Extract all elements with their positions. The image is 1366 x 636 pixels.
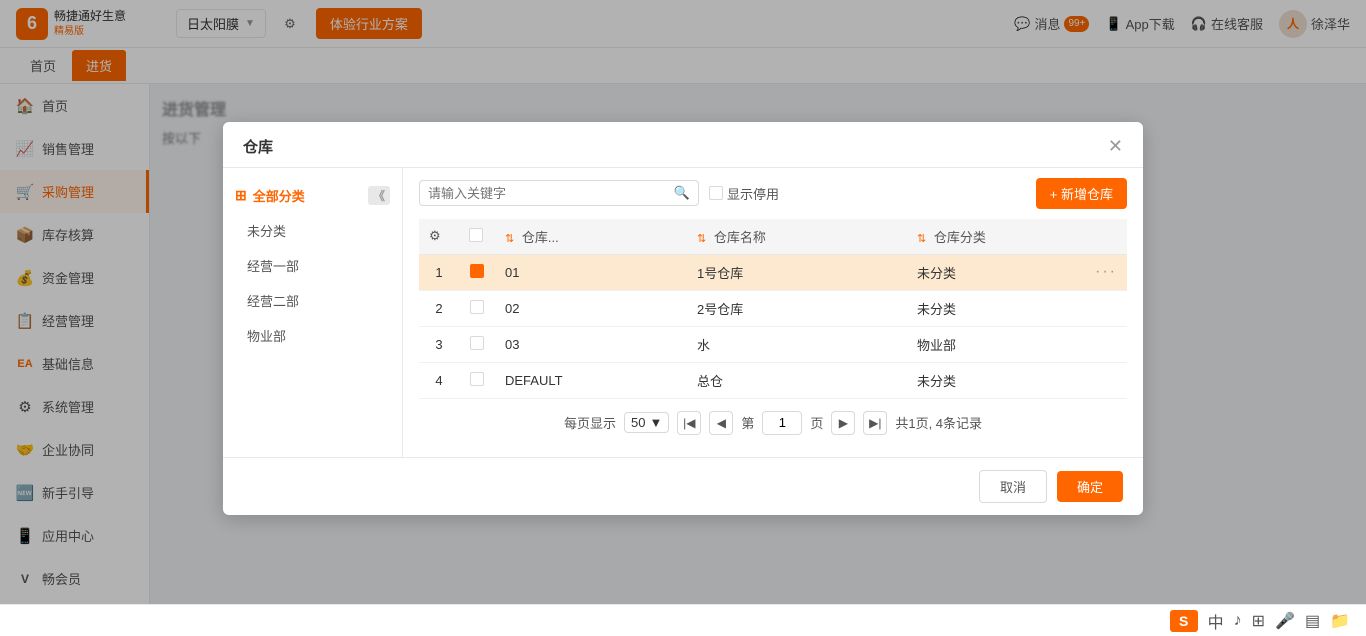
header-checkbox[interactable] [469,228,483,242]
per-page-value: 50 [631,415,645,430]
row-category-3: 物业部 [907,326,1127,362]
page-next-button[interactable]: ▶ [831,411,855,435]
row-num-1: 1 [419,254,459,290]
column-settings-icon[interactable]: ⚙ [429,228,441,243]
table-row[interactable]: 2 02 2号仓库 未分类 [419,290,1127,326]
tree-item-uncategorized[interactable]: 未分类 [223,213,402,248]
tree-item-dept1[interactable]: 经营一部 [223,248,402,283]
table-panel: 🔍 显示停用 + 新增仓库 ⚙ [403,168,1143,457]
microphone-icon[interactable]: 🎤 [1275,611,1295,631]
per-page-label: 每页显示 [564,413,616,432]
dialog-close-button[interactable]: ✕ [1108,136,1123,157]
search-icon[interactable]: 🔍 [674,185,690,201]
row-checkbox-1[interactable] [470,264,484,278]
row-code-3: 03 [495,326,687,362]
th-name: ⇅ 仓库名称 [687,219,907,255]
dialog-title: 仓库 [243,136,273,157]
zh-icon[interactable]: 中 [1208,609,1224,633]
warehouse-table: ⚙ ⇅ 仓库... ⇅ [419,219,1127,399]
table-header-row: ⚙ ⇅ 仓库... ⇅ [419,219,1127,255]
tree-item-property[interactable]: 物业部 [223,318,402,353]
row-name-2: 2号仓库 [687,290,907,326]
page-first-button[interactable]: |◀ [677,411,701,435]
tree-all-category[interactable]: ⊞ 全部分类 《 [223,178,402,213]
bottom-icons: S 中 ♪ ⊞ 🎤 ▤ 📁 [1170,609,1350,633]
dialog-header: 仓库 ✕ [223,122,1143,168]
cancel-button[interactable]: 取消 [979,470,1047,503]
s-logo: S [1170,610,1198,632]
tree-panel: ⊞ 全部分类 《 未分类 经营一部 经营二部 物业部 [223,168,403,457]
row-num-4: 4 [419,362,459,398]
row-code-4: DEFAULT [495,362,687,398]
toolbar: 🔍 显示停用 + 新增仓库 [419,178,1127,209]
page-prev-button[interactable]: ◀ [709,411,733,435]
grid-icon: ⊞ [235,187,247,204]
row-category-2: 未分类 [907,290,1127,326]
warehouse-dialog: 仓库 ✕ ⊞ 全部分类 《 未分类 经营一部 经营二部 物业部 [223,122,1143,515]
row-code-2: 02 [495,290,687,326]
table-row[interactable]: 1 01 1号仓库 未分类··· [419,254,1127,290]
sort-category-icon: ⇅ [917,233,926,245]
confirm-button[interactable]: 确定 [1057,471,1123,502]
sort-name-icon: ⇅ [697,233,706,245]
table-row[interactable]: 4 DEFAULT 总仓 未分类 [419,362,1127,398]
taskbar-icon[interactable]: ▤ [1305,611,1320,631]
row-category-4: 未分类 [907,362,1127,398]
keyboard-icon[interactable]: ⊞ [1252,611,1265,631]
tree-all-label: 全部分类 [253,186,305,205]
add-warehouse-button[interactable]: + 新增仓库 [1036,178,1127,209]
th-code-label: 仓库... [522,230,559,245]
th-checkbox [459,219,495,255]
row-num-2: 2 [419,290,459,326]
th-category-label: 仓库分类 [934,230,986,245]
tree-item-dept2[interactable]: 经营二部 [223,283,402,318]
bottom-bar: S 中 ♪ ⊞ 🎤 ▤ 📁 [0,604,1366,636]
folder-icon[interactable]: 📁 [1330,611,1350,631]
row-code-1: 01 [495,254,687,290]
table-body: 1 01 1号仓库 未分类··· 2 02 2号仓库 未分类 3 03 水 物业… [419,254,1127,398]
row-category-1: 未分类··· [907,254,1127,290]
page-number-input[interactable] [762,411,802,435]
sort-code-icon: ⇅ [505,233,514,245]
row-name-3: 水 [687,326,907,362]
mic-icon[interactable]: ♪ [1234,612,1242,630]
tree-collapse-button[interactable]: 《 [368,186,390,205]
total-info: 共1页, 4条记录 [895,413,982,432]
table-container: ⚙ ⇅ 仓库... ⇅ [419,219,1127,399]
pagination: 每页显示 50 ▼ |◀ ◀ 第 页 ▶ ▶| 共1页, 4条记录 [419,399,1127,447]
th-category: ⇅ 仓库分类 [907,219,1127,255]
show-disabled-checkbox[interactable]: 显示停用 [709,184,779,203]
th-settings: ⚙ [419,219,459,255]
per-page-select[interactable]: 50 ▼ [624,412,669,433]
table-row[interactable]: 3 03 水 物业部 [419,326,1127,362]
search-box: 🔍 [419,180,699,206]
row-num-3: 3 [419,326,459,362]
row-checkbox-2[interactable] [470,300,484,314]
row-checkbox-4[interactable] [470,372,484,386]
th-code: ⇅ 仓库... [495,219,687,255]
search-input[interactable] [428,186,674,201]
per-page-arrow-icon: ▼ [649,415,662,430]
row-name-4: 总仓 [687,362,907,398]
dialog-body: ⊞ 全部分类 《 未分类 经营一部 经营二部 物业部 🔍 [223,168,1143,457]
row-checkbox-3[interactable] [470,336,484,350]
th-name-label: 仓库名称 [714,230,766,245]
page-label: 页 [810,413,823,432]
page-label-pre: 第 [741,413,754,432]
dialog-footer: 取消 确定 [223,457,1143,515]
show-disabled-label: 显示停用 [727,184,779,203]
dialog-overlay: 仓库 ✕ ⊞ 全部分类 《 未分类 经营一部 经营二部 物业部 [0,0,1366,636]
page-last-button[interactable]: ▶| [863,411,887,435]
row-name-1: 1号仓库 [687,254,907,290]
show-disabled-cb[interactable] [709,186,723,200]
